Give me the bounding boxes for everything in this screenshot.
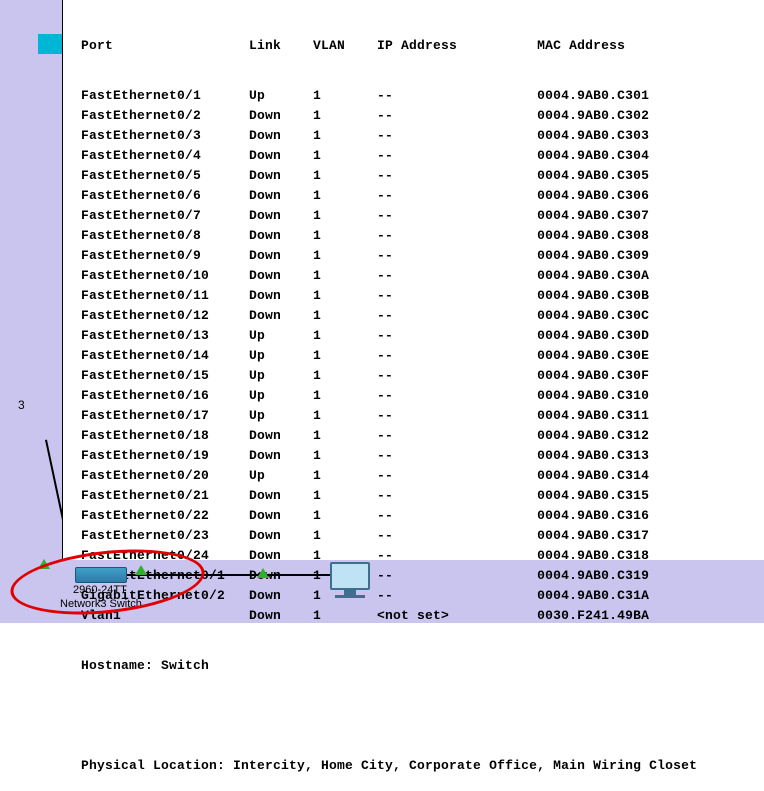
interface-row: FastEthernet0/8 Down 1 -- 0004.9AB0.C308 <box>81 226 754 246</box>
link-status-up-icon <box>38 559 50 569</box>
blank-line <box>81 706 754 726</box>
interface-row: FastEthernet0/1 Up 1 -- 0004.9AB0.C301 <box>81 86 754 106</box>
interface-row: GigabitEthernet0/1 Down 1 -- 0004.9AB0.C… <box>81 566 754 586</box>
switch-model-label: 2960-24TT <box>73 584 127 596</box>
interface-row: FastEthernet0/16 Up 1 -- 0004.9AB0.C310 <box>81 386 754 406</box>
switch-name-label: Network3 Switch <box>60 598 142 610</box>
pc-icon-base <box>335 595 365 598</box>
interface-row: FastEthernet0/7 Down 1 -- 0004.9AB0.C307 <box>81 206 754 226</box>
hostname-line: Hostname: Switch <box>81 656 754 676</box>
pc-icon[interactable] <box>330 562 370 590</box>
interface-row: FastEthernet0/4 Down 1 -- 0004.9AB0.C304 <box>81 146 754 166</box>
interface-row: FastEthernet0/10 Down 1 -- 0004.9AB0.C30… <box>81 266 754 286</box>
interface-table-header: Port Link VLAN IP Address MAC Address <box>81 36 754 56</box>
link-status-up-icon <box>135 565 147 575</box>
link-status-up-icon <box>257 568 269 578</box>
interface-row: FastEthernet0/2 Down 1 -- 0004.9AB0.C302 <box>81 106 754 126</box>
interface-row: FastEthernet0/24 Down 1 -- 0004.9AB0.C31… <box>81 546 754 566</box>
switch-icon[interactable] <box>75 567 127 583</box>
workspace-background[interactable]: 3 <box>0 0 62 623</box>
interface-row: Vlan1 Down 1 <not set> 0030.F241.49BA <box>81 606 754 626</box>
interface-row: FastEthernet0/13 Up 1 -- 0004.9AB0.C30D <box>81 326 754 346</box>
interface-row: FastEthernet0/20 Up 1 -- 0004.9AB0.C314 <box>81 466 754 486</box>
interface-row: FastEthernet0/12 Down 1 -- 0004.9AB0.C30… <box>81 306 754 326</box>
interface-row: FastEthernet0/22 Down 1 -- 0004.9AB0.C31… <box>81 506 754 526</box>
interface-row: FastEthernet0/21 Down 1 -- 0004.9AB0.C31… <box>81 486 754 506</box>
interface-row: GigabitEthernet0/2 Down 1 -- 0004.9AB0.C… <box>81 586 754 606</box>
interface-row: FastEthernet0/3 Down 1 -- 0004.9AB0.C303 <box>81 126 754 146</box>
interface-row: FastEthernet0/9 Down 1 -- 0004.9AB0.C309 <box>81 246 754 266</box>
cli-tooltip-panel: Port Link VLAN IP Address MAC Address Fa… <box>62 0 762 560</box>
interface-row: FastEthernet0/18 Down 1 -- 0004.9AB0.C31… <box>81 426 754 446</box>
interface-row: FastEthernet0/11 Down 1 -- 0004.9AB0.C30… <box>81 286 754 306</box>
interface-table-body: FastEthernet0/1 Up 1 -- 0004.9AB0.C301Fa… <box>81 86 754 626</box>
partial-device-icon <box>38 34 62 54</box>
interface-row: FastEthernet0/14 Up 1 -- 0004.9AB0.C30E <box>81 346 754 366</box>
interface-row: FastEthernet0/6 Down 1 -- 0004.9AB0.C306 <box>81 186 754 206</box>
interface-row: FastEthernet0/5 Down 1 -- 0004.9AB0.C305 <box>81 166 754 186</box>
interface-row: FastEthernet0/23 Down 1 -- 0004.9AB0.C31… <box>81 526 754 546</box>
topology-link-line <box>127 574 332 576</box>
partial-label-text: 3 <box>18 398 25 412</box>
physical-location-line: Physical Location: Intercity, Home City,… <box>81 756 754 776</box>
interface-row: FastEthernet0/19 Down 1 -- 0004.9AB0.C31… <box>81 446 754 466</box>
interface-row: FastEthernet0/17 Up 1 -- 0004.9AB0.C311 <box>81 406 754 426</box>
interface-row: FastEthernet0/15 Up 1 -- 0004.9AB0.C30F <box>81 366 754 386</box>
